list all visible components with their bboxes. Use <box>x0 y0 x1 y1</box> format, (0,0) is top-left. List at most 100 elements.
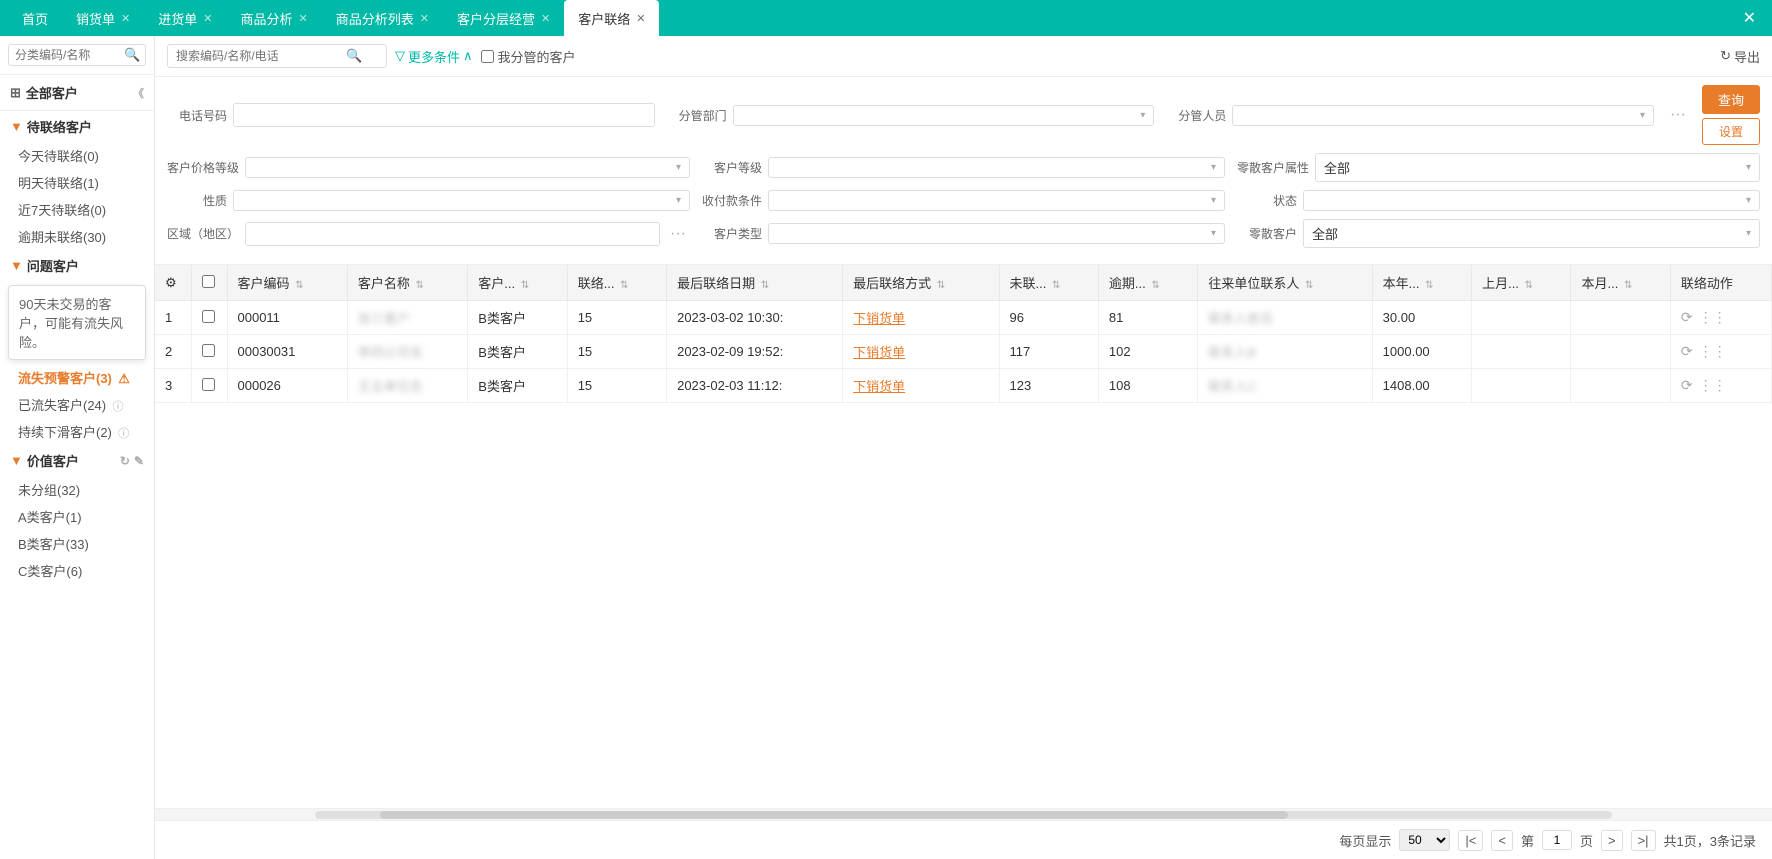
window-close[interactable]: ✕ <box>1735 8 1764 28</box>
action-link-icon-3[interactable]: ⟳ <box>1681 377 1693 394</box>
sidebar-item-churned[interactable]: 已流失客户(24) ⓘ <box>0 391 154 418</box>
td-thismonth-2 <box>1571 335 1670 369</box>
sort-lastdate[interactable]: ⇅ <box>761 280 769 291</box>
arrow-icon-pending: ▼ <box>10 119 23 134</box>
th-checkbox <box>191 265 227 301</box>
prev-page-btn[interactable]: < <box>1491 830 1513 851</box>
last-page-btn[interactable]: >| <box>1631 830 1656 851</box>
sidebar-group-pending[interactable]: ▼ 待联络客户 <box>0 111 154 142</box>
toolbar-search-input[interactable] <box>176 49 346 63</box>
tab-product-analysis[interactable]: 商品分析 ✕ <box>226 0 321 36</box>
sort-notcontacted[interactable]: ⇅ <box>1052 280 1060 291</box>
td-name-1: 张三客户 <box>347 301 467 335</box>
filter-department-select[interactable]: ▾ <box>733 105 1155 126</box>
filter-person-select[interactable]: ▾ <box>1232 105 1654 126</box>
tab-customer-contact-close[interactable]: ✕ <box>636 12 645 25</box>
action-menu-icon-2[interactable]: ⋮⋮ <box>1699 343 1727 360</box>
sidebar-item-today[interactable]: 今天待联络(0) <box>0 142 154 169</box>
last-method-link-3[interactable]: 下销货单 <box>853 379 905 394</box>
filter-retail-attr-select[interactable]: 全部 ▾ <box>1315 153 1760 182</box>
td-overdue-1: 81 <box>1098 301 1197 335</box>
filter-price-level-select[interactable]: ▾ <box>245 157 690 178</box>
td-lastdate-3: 2023-02-03 11:12: <box>667 369 843 403</box>
tab-product-list[interactable]: 商品分析列表 ✕ <box>322 0 443 36</box>
my-customer-checkbox[interactable] <box>481 50 494 63</box>
th-last-method: 最后联络方式 ⇅ <box>843 265 999 301</box>
grid-icon: ⊞ <box>10 85 21 101</box>
action-menu-icon-1[interactable]: ⋮⋮ <box>1699 309 1727 326</box>
refresh-icon-value[interactable]: ↻ <box>120 454 130 468</box>
action-link-icon-2[interactable]: ⟳ <box>1681 343 1693 360</box>
edit-icon-value[interactable]: ✎ <box>134 454 144 468</box>
row-checkbox-3[interactable] <box>202 378 215 391</box>
first-page-btn[interactable]: |< <box>1458 830 1483 851</box>
sort-thisyear[interactable]: ⇅ <box>1425 280 1433 291</box>
tab-product-analysis-close[interactable]: ✕ <box>299 12 308 25</box>
export-btn[interactable]: ↻ 导出 <box>1720 47 1760 66</box>
page-input[interactable] <box>1542 830 1572 850</box>
per-page-select[interactable]: 50 100 200 <box>1399 829 1450 851</box>
sort-lastmethod[interactable]: ⇅ <box>937 280 945 291</box>
tab-customer-contact[interactable]: 客户联络 ✕ <box>564 0 659 36</box>
next-page-btn[interactable]: > <box>1601 830 1623 851</box>
action-link-icon-1[interactable]: ⟳ <box>1681 309 1693 326</box>
sort-thismonth[interactable]: ⇅ <box>1624 280 1632 291</box>
tab-home[interactable]: 首页 <box>8 0 62 36</box>
sidebar-item-b-class[interactable]: B类客户(33) <box>0 530 154 557</box>
sort-contact[interactable]: ⇅ <box>620 280 628 291</box>
sidebar-all-customers[interactable]: ⊞ 全部客户 《 <box>0 75 154 111</box>
sidebar-item-a-class[interactable]: A类客户(1) <box>0 503 154 530</box>
td-contacts-3: 联系人C <box>1198 369 1372 403</box>
settings-btn[interactable]: 设置 <box>1702 118 1760 145</box>
more-dots-region[interactable]: ··· <box>666 225 690 243</box>
filter-customer-type-select[interactable]: ▾ <box>768 223 1225 244</box>
sidebar-group-value[interactable]: ▼ 价值客户 ↻ ✎ <box>0 445 154 476</box>
select-all-checkbox[interactable] <box>202 275 215 288</box>
more-dots-1[interactable]: ··· <box>1666 106 1690 124</box>
sidebar-item-tomorrow[interactable]: 明天待联络(1) <box>0 169 154 196</box>
horizontal-scrollbar[interactable] <box>155 808 1772 820</box>
sort-name[interactable]: ⇅ <box>416 280 424 291</box>
tab-purchase[interactable]: 进货单 ✕ <box>144 0 226 36</box>
sort-code[interactable]: ⇅ <box>295 280 303 291</box>
filter-phone-input[interactable] <box>233 103 655 127</box>
sort-type[interactable]: ⇅ <box>521 280 529 291</box>
scrollbar-thumb[interactable] <box>380 811 1288 819</box>
toolbar-search-icon[interactable]: 🔍 <box>346 48 362 64</box>
td-index-1: 1 <box>155 301 191 335</box>
filter-btn[interactable]: ▽ 更多条件 ∧ <box>395 47 473 66</box>
sidebar-item-7days[interactable]: 近7天待联络(0) <box>0 196 154 223</box>
settings-icon[interactable]: ⚙ <box>165 275 177 291</box>
sidebar-item-overdue[interactable]: 逾期未联络(30) <box>0 223 154 250</box>
tab-customer-tier-close[interactable]: ✕ <box>541 12 550 25</box>
sort-overdue[interactable]: ⇅ <box>1151 280 1159 291</box>
action-menu-icon-3[interactable]: ⋮⋮ <box>1699 377 1727 394</box>
last-method-link-1[interactable]: 下销货单 <box>853 311 905 326</box>
sort-contactperson[interactable]: ⇅ <box>1305 280 1313 291</box>
tab-product-list-close[interactable]: ✕ <box>420 12 429 25</box>
sidebar-item-declining[interactable]: 持续下滑客户(2) ⓘ <box>0 418 154 445</box>
tab-purchase-close[interactable]: ✕ <box>203 12 212 25</box>
filter-payment-select[interactable]: ▾ <box>768 190 1225 211</box>
filter-nature-select[interactable]: ▾ <box>233 190 690 211</box>
sidebar-item-c-class[interactable]: C类客户(6) <box>0 557 154 584</box>
sidebar-search-icon: 🔍 <box>124 47 140 63</box>
sidebar-group-problem[interactable]: ▼ 问题客户 <box>0 250 154 281</box>
row-checkbox-1[interactable] <box>202 310 215 323</box>
tab-sales[interactable]: 销货单 ✕ <box>62 0 144 36</box>
last-method-link-2[interactable]: 下销货单 <box>853 345 905 360</box>
filter-retail-customer-select[interactable]: 全部 ▾ <box>1303 219 1760 248</box>
th-action: 联络动作 <box>1670 265 1771 301</box>
sidebar-item-churn-warning[interactable]: 流失预警客户(3) ⚠ <box>0 364 154 391</box>
sidebar-item-ungrouped[interactable]: 未分组(32) <box>0 476 154 503</box>
td-action-1: ⟳ ⋮⋮ <box>1670 301 1771 335</box>
arrow-icon-value: ▼ <box>10 453 23 468</box>
tab-customer-tier[interactable]: 客户分层经营 ✕ <box>443 0 564 36</box>
tab-sales-close[interactable]: ✕ <box>121 12 130 25</box>
filter-status-select[interactable]: ▾ <box>1303 190 1760 211</box>
sort-lastmonth[interactable]: ⇅ <box>1525 280 1533 291</box>
filter-region-input[interactable] <box>245 222 660 246</box>
row-checkbox-2[interactable] <box>202 344 215 357</box>
filter-customer-level-select[interactable]: ▾ <box>768 157 1225 178</box>
query-btn[interactable]: 查询 <box>1702 85 1760 114</box>
